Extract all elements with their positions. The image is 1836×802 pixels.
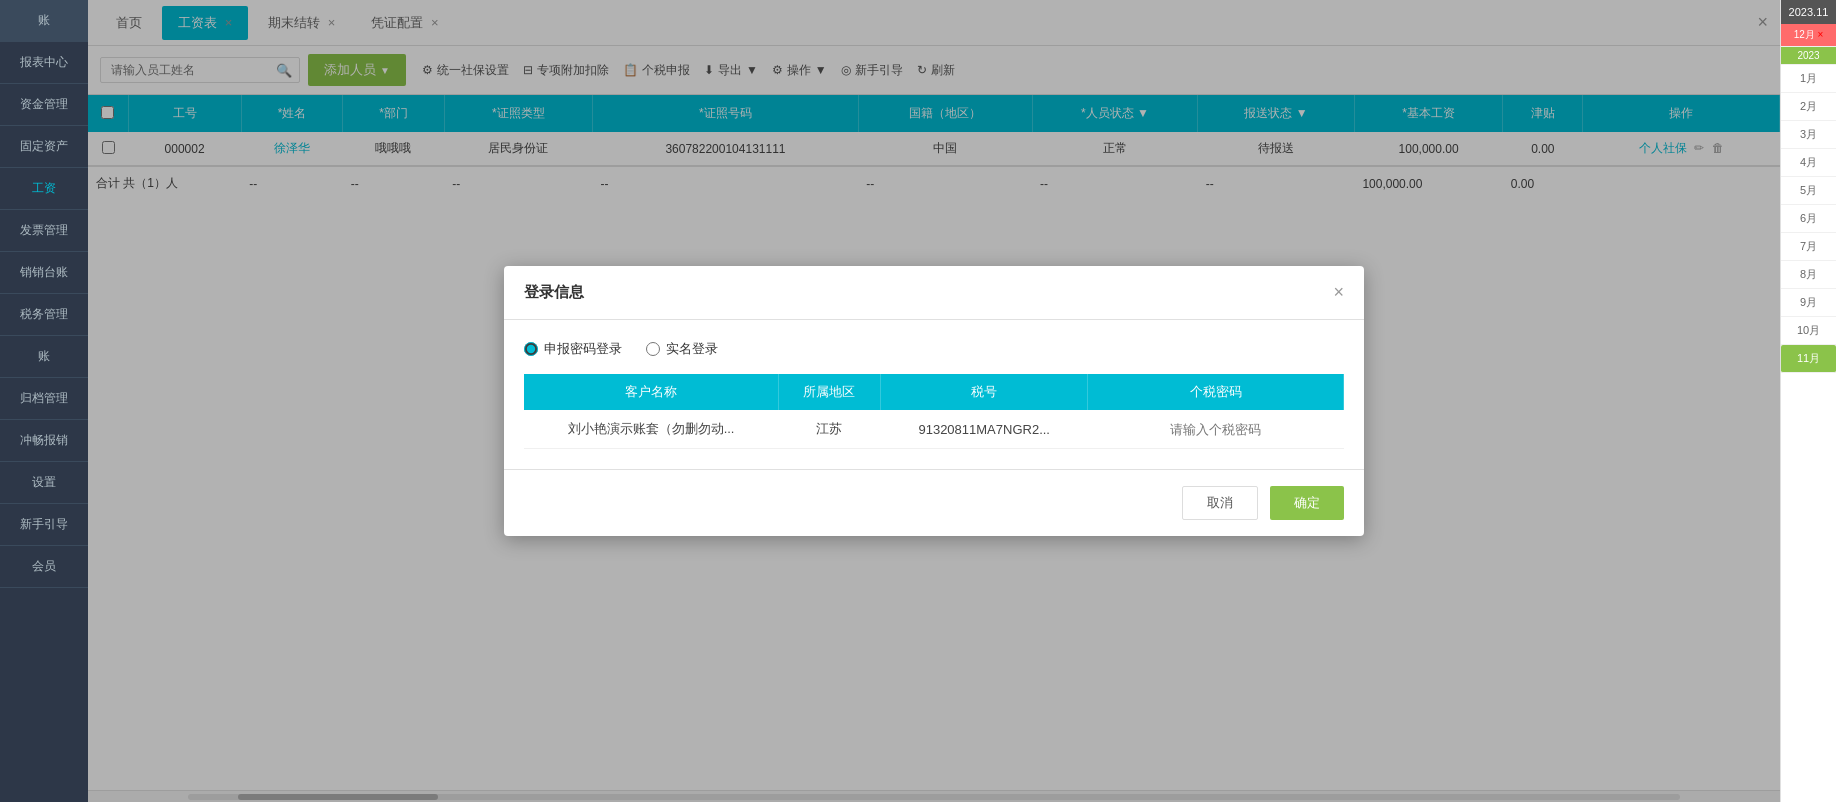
sidebar-item-账[interactable]: 账 (0, 0, 88, 42)
cal-close-icon: × (1818, 29, 1824, 40)
cell-tax-no: 91320811MA7NGR2... (881, 410, 1088, 449)
dialog-header: 登录信息 × (504, 266, 1364, 320)
sidebar-item-archive[interactable]: 归档管理 (0, 378, 88, 420)
sidebar-item-salary[interactable]: 工资 (0, 168, 88, 210)
cell-client-name: 刘小艳演示账套（勿删勿动... (524, 410, 778, 449)
sidebar-item-expense[interactable]: 冲畅报销 (0, 420, 88, 462)
calendar-year: 2023.11 (1781, 0, 1836, 24)
th-tax-password: 个税密码 (1088, 374, 1344, 410)
sidebar: 账 报表中心 资金管理 固定资产 工资 发票管理 销销台账 税务管理 账 归档管… (0, 0, 88, 802)
sidebar-item-guide[interactable]: 新手引导 (0, 504, 88, 546)
calendar-month-7[interactable]: 7月 (1781, 233, 1836, 261)
sidebar-item-invoice[interactable]: 发票管理 (0, 210, 88, 252)
radio-realname-login[interactable]: 实名登录 (646, 340, 718, 358)
sidebar-item-sales[interactable]: 销销台账 (0, 252, 88, 294)
calendar-month-3[interactable]: 3月 (1781, 121, 1836, 149)
calendar-month-12-close[interactable]: 12月 × (1781, 24, 1836, 47)
dialog-overlay: 登录信息 × 申报密码登录 实名登录 (88, 0, 1780, 802)
main-area: 首页 工资表 × 期末结转 × 凭证配置 × × 🔍 添加人员 ▼ (88, 0, 1780, 802)
calendar-month-4[interactable]: 4月 (1781, 149, 1836, 177)
calendar-month-1[interactable]: 1月 (1781, 65, 1836, 93)
dialog-close-button[interactable]: × (1333, 282, 1344, 303)
sidebar-item-tax[interactable]: 税务管理 (0, 294, 88, 336)
cancel-button[interactable]: 取消 (1182, 486, 1258, 520)
dialog-title: 登录信息 (524, 283, 584, 302)
calendar-month-11[interactable]: 11月 (1781, 345, 1836, 373)
radio-password-login[interactable]: 申报密码登录 (524, 340, 622, 358)
th-tax-no: 税号 (881, 374, 1088, 410)
cell-tax-password[interactable] (1088, 410, 1344, 449)
calendar-month-9[interactable]: 9月 (1781, 289, 1836, 317)
login-info-row: 刘小艳演示账套（勿删勿动... 江苏 91320811MA7NGR2... (524, 410, 1344, 449)
sidebar-item-settings[interactable]: 设置 (0, 462, 88, 504)
dialog-footer: 取消 确定 (504, 469, 1364, 536)
calendar-month-8[interactable]: 8月 (1781, 261, 1836, 289)
dialog-body: 申报密码登录 实名登录 客户名称 所属地区 税号 (504, 320, 1364, 469)
calendar-month-5[interactable]: 5月 (1781, 177, 1836, 205)
confirm-button[interactable]: 确定 (1270, 486, 1344, 520)
year-2023-badge: 2023 (1781, 47, 1836, 65)
calendar-month-10[interactable]: 10月 (1781, 317, 1836, 345)
calendar-month-6[interactable]: 6月 (1781, 205, 1836, 233)
th-client-name: 客户名称 (524, 374, 778, 410)
sidebar-item-account[interactable]: 账 (0, 336, 88, 378)
radio-realname-input[interactable] (646, 342, 660, 356)
app-container: 账 报表中心 资金管理 固定资产 工资 发票管理 销销台账 税务管理 账 归档管… (0, 0, 1836, 802)
login-dialog: 登录信息 × 申报密码登录 实名登录 (504, 266, 1364, 536)
radio-group: 申报密码登录 实名登录 (524, 340, 1344, 358)
th-region: 所属地区 (778, 374, 881, 410)
right-panel: 2023.11 12月 × 2023 1月 2月 3月 4月 5月 6月 7月 … (1780, 0, 1836, 802)
tax-password-input[interactable] (1100, 422, 1332, 437)
calendar-month-2[interactable]: 2月 (1781, 93, 1836, 121)
login-info-table: 客户名称 所属地区 税号 个税密码 刘小艳演示账套（勿删勿动... 江苏 913… (524, 374, 1344, 449)
cell-region: 江苏 (778, 410, 881, 449)
sidebar-item-member[interactable]: 会员 (0, 546, 88, 588)
sidebar-item-fund[interactable]: 资金管理 (0, 84, 88, 126)
radio-password-input[interactable] (524, 342, 538, 356)
sidebar-item-report[interactable]: 报表中心 (0, 42, 88, 84)
sidebar-item-asset[interactable]: 固定资产 (0, 126, 88, 168)
